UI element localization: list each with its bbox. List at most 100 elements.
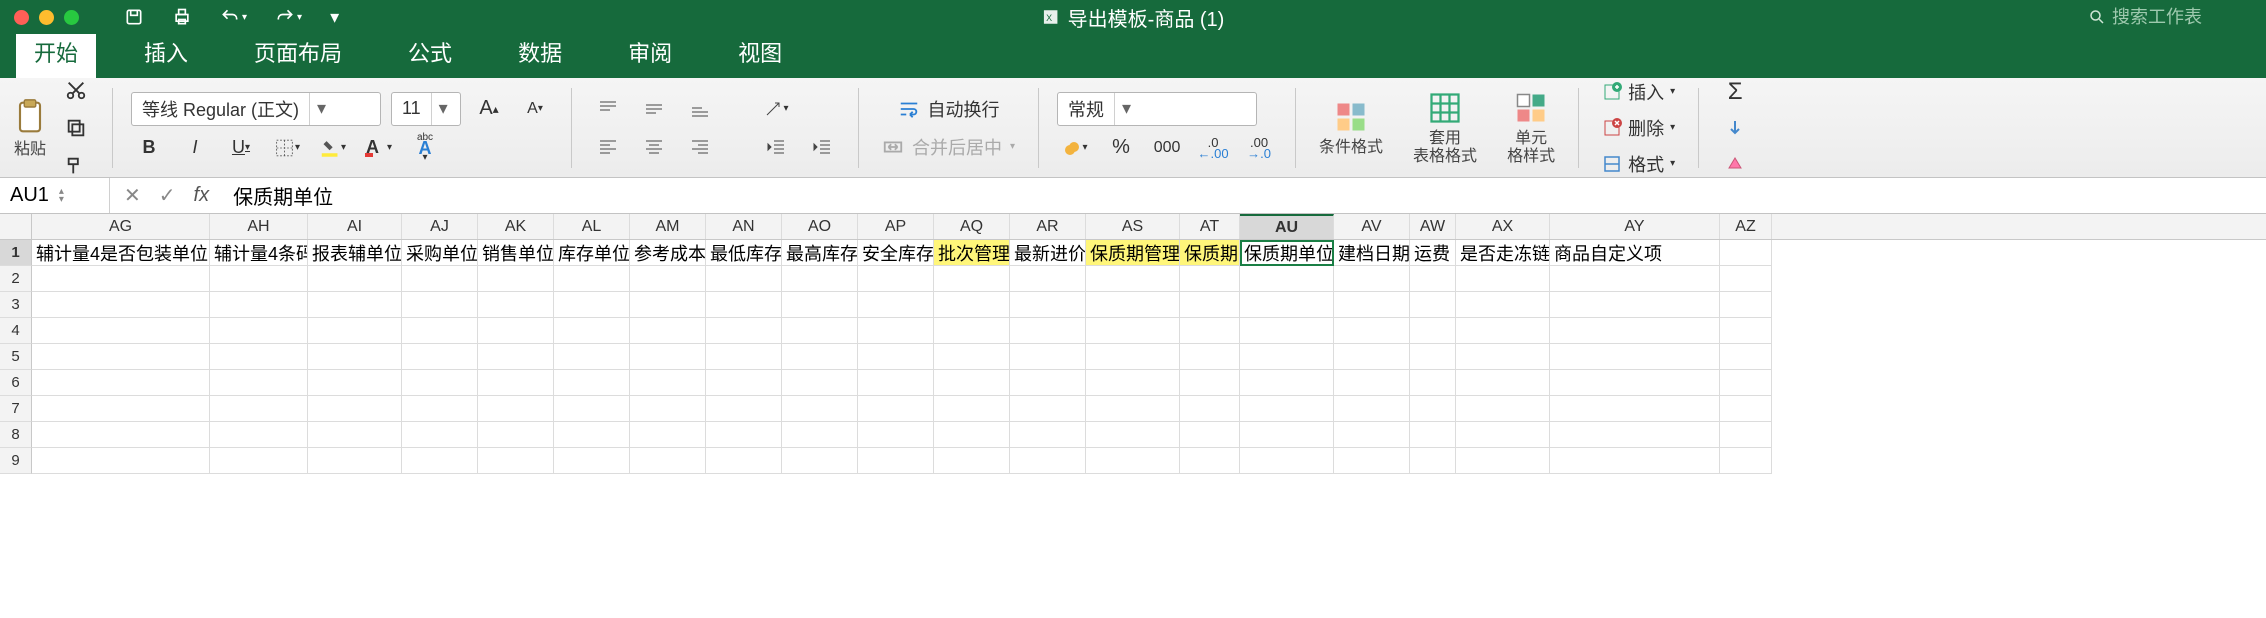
cell-AW3[interactable] bbox=[1410, 292, 1456, 318]
cell-AH8[interactable] bbox=[210, 422, 308, 448]
cell-AW5[interactable] bbox=[1410, 344, 1456, 370]
cell-AL5[interactable] bbox=[554, 344, 630, 370]
cell-AW7[interactable] bbox=[1410, 396, 1456, 422]
name-box[interactable]: AU1 ▴▾ bbox=[0, 178, 110, 213]
chevron-down-icon[interactable]: ▾ bbox=[1114, 93, 1138, 125]
cell-AL1[interactable]: 库存单位 bbox=[554, 240, 630, 266]
cell-AN4[interactable] bbox=[706, 318, 782, 344]
cell-AM5[interactable] bbox=[630, 344, 706, 370]
cell-AV6[interactable] bbox=[1334, 370, 1410, 396]
cell-AI3[interactable] bbox=[308, 292, 402, 318]
cell-AP6[interactable] bbox=[858, 370, 934, 396]
column-header-AO[interactable]: AO bbox=[782, 214, 858, 239]
decrease-font-icon[interactable]: A▾ bbox=[517, 93, 553, 125]
cell-AG9[interactable] bbox=[32, 448, 210, 474]
cell-AJ2[interactable] bbox=[402, 266, 478, 292]
cell-AM2[interactable] bbox=[630, 266, 706, 292]
row-header[interactable]: 4 bbox=[0, 318, 32, 344]
column-header-AS[interactable]: AS bbox=[1086, 214, 1180, 239]
cell-AQ5[interactable] bbox=[934, 344, 1010, 370]
decrease-decimal-button[interactable]: .00→.0 bbox=[1241, 132, 1277, 164]
formula-content[interactable]: 保质期单位 bbox=[223, 181, 2266, 210]
conditional-format-button[interactable]: 条件格式 bbox=[1314, 96, 1388, 160]
tab-公式[interactable]: 公式 bbox=[390, 28, 470, 78]
cell-AH7[interactable] bbox=[210, 396, 308, 422]
cell-AG3[interactable] bbox=[32, 292, 210, 318]
cell-AZ9[interactable] bbox=[1720, 448, 1772, 474]
tab-插入[interactable]: 插入 bbox=[126, 28, 206, 78]
cell-AG1[interactable]: 辅计量4是否包装单位 bbox=[32, 240, 210, 266]
cell-AK2[interactable] bbox=[478, 266, 554, 292]
cell-AU2[interactable] bbox=[1240, 266, 1334, 292]
cell-AR8[interactable] bbox=[1010, 422, 1086, 448]
cell-AT7[interactable] bbox=[1180, 396, 1240, 422]
cell-AR9[interactable] bbox=[1010, 448, 1086, 474]
cell-AV9[interactable] bbox=[1334, 448, 1410, 474]
cell-AH3[interactable] bbox=[210, 292, 308, 318]
cell-AG4[interactable] bbox=[32, 318, 210, 344]
cell-AP3[interactable] bbox=[858, 292, 934, 318]
cell-AQ3[interactable] bbox=[934, 292, 1010, 318]
cell-AU6[interactable] bbox=[1240, 370, 1334, 396]
cell-AS3[interactable] bbox=[1086, 292, 1180, 318]
cell-AV2[interactable] bbox=[1334, 266, 1410, 292]
column-header-AV[interactable]: AV bbox=[1334, 214, 1410, 239]
cell-AG5[interactable] bbox=[32, 344, 210, 370]
cell-AI5[interactable] bbox=[308, 344, 402, 370]
cell-AH9[interactable] bbox=[210, 448, 308, 474]
cell-AL7[interactable] bbox=[554, 396, 630, 422]
cell-AT3[interactable] bbox=[1180, 292, 1240, 318]
cell-AZ2[interactable] bbox=[1720, 266, 1772, 292]
cell-AR1[interactable]: 最新进价 bbox=[1010, 240, 1086, 266]
column-header-AJ[interactable]: AJ bbox=[402, 214, 478, 239]
cell-AZ5[interactable] bbox=[1720, 344, 1772, 370]
cell-AP2[interactable] bbox=[858, 266, 934, 292]
cell-AJ7[interactable] bbox=[402, 396, 478, 422]
cell-AX5[interactable] bbox=[1456, 344, 1550, 370]
cell-AL3[interactable] bbox=[554, 292, 630, 318]
row-header[interactable]: 9 bbox=[0, 448, 32, 474]
cell-AL8[interactable] bbox=[554, 422, 630, 448]
cell-AJ6[interactable] bbox=[402, 370, 478, 396]
column-header-AQ[interactable]: AQ bbox=[934, 214, 1010, 239]
cell-AU7[interactable] bbox=[1240, 396, 1334, 422]
cell-AZ1[interactable] bbox=[1720, 240, 1772, 266]
cell-AS1[interactable]: 保质期管理 bbox=[1086, 240, 1180, 266]
cell-AW9[interactable] bbox=[1410, 448, 1456, 474]
tab-数据[interactable]: 数据 bbox=[500, 28, 580, 78]
sheet-search[interactable] bbox=[2088, 7, 2252, 28]
cell-AZ6[interactable] bbox=[1720, 370, 1772, 396]
undo-icon[interactable]: ▾ bbox=[215, 4, 252, 30]
row-header[interactable]: 1 bbox=[0, 240, 32, 266]
chevron-down-icon[interactable]: ▾ bbox=[309, 93, 333, 125]
cell-AQ9[interactable] bbox=[934, 448, 1010, 474]
align-top-icon[interactable] bbox=[590, 93, 626, 125]
cell-AV3[interactable] bbox=[1334, 292, 1410, 318]
fill-button[interactable] bbox=[1717, 112, 1753, 144]
cell-AS9[interactable] bbox=[1086, 448, 1180, 474]
align-center-icon[interactable] bbox=[636, 131, 672, 163]
cell-AT6[interactable] bbox=[1180, 370, 1240, 396]
cell-AS4[interactable] bbox=[1086, 318, 1180, 344]
cell-AY2[interactable] bbox=[1550, 266, 1720, 292]
wrap-text-button[interactable]: 自动换行 bbox=[877, 93, 1020, 125]
cell-AT4[interactable] bbox=[1180, 318, 1240, 344]
cell-AJ3[interactable] bbox=[402, 292, 478, 318]
maximize-window-icon[interactable] bbox=[64, 10, 79, 25]
cell-AH6[interactable] bbox=[210, 370, 308, 396]
cell-AX1[interactable]: 是否走冻链 bbox=[1456, 240, 1550, 266]
cell-AY9[interactable] bbox=[1550, 448, 1720, 474]
cell-AI1[interactable]: 报表辅单位 bbox=[308, 240, 402, 266]
row-header[interactable]: 3 bbox=[0, 292, 32, 318]
cell-AS8[interactable] bbox=[1086, 422, 1180, 448]
cell-AR5[interactable] bbox=[1010, 344, 1086, 370]
cell-AT8[interactable] bbox=[1180, 422, 1240, 448]
format-as-table-button[interactable]: 套用 表格格式 bbox=[1408, 87, 1482, 168]
increase-indent-icon[interactable] bbox=[804, 131, 840, 163]
cell-AY7[interactable] bbox=[1550, 396, 1720, 422]
column-header-AG[interactable]: AG bbox=[32, 214, 210, 239]
cell-AL6[interactable] bbox=[554, 370, 630, 396]
cell-AS6[interactable] bbox=[1086, 370, 1180, 396]
increase-font-icon[interactable]: A▴ bbox=[471, 93, 507, 125]
column-header-AL[interactable]: AL bbox=[554, 214, 630, 239]
